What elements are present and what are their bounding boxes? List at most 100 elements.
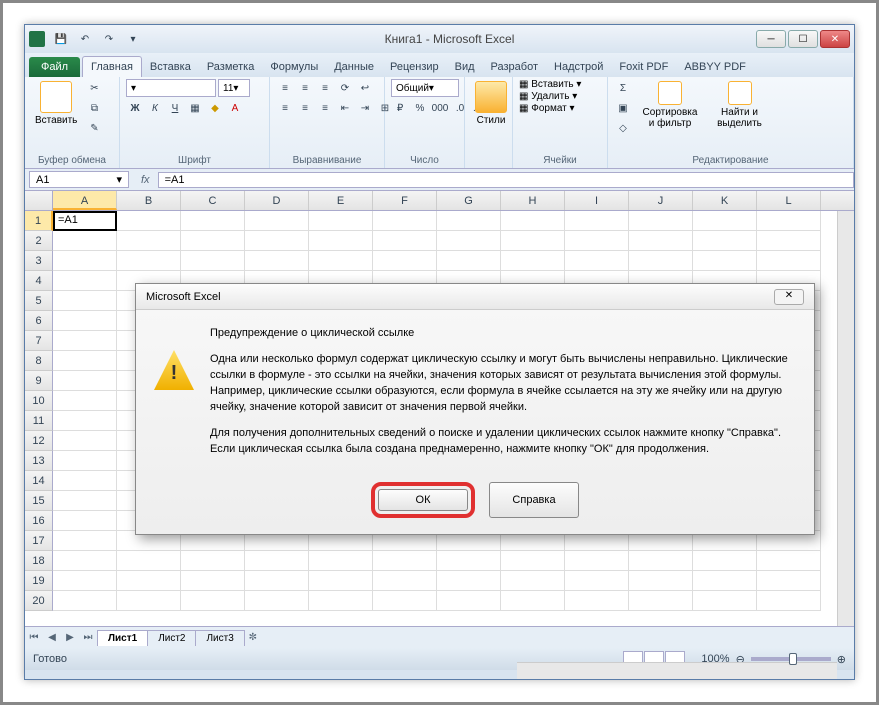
cell[interactable] <box>53 291 117 311</box>
cell[interactable] <box>117 251 181 271</box>
delete-cells-button[interactable]: ▦ Удалить ▾ <box>519 91 577 102</box>
cell[interactable] <box>629 571 693 591</box>
cell[interactable] <box>565 251 629 271</box>
sheet-nav-next[interactable]: ▶ <box>61 632 79 643</box>
cell[interactable] <box>53 531 117 551</box>
cell[interactable] <box>309 591 373 611</box>
cell[interactable] <box>501 591 565 611</box>
row-header[interactable]: 14 <box>25 471 53 491</box>
sheet-tab[interactable]: Лист2 <box>147 630 196 646</box>
cell[interactable] <box>565 571 629 591</box>
tab-formulas[interactable]: Формулы <box>262 57 326 77</box>
new-sheet-icon[interactable]: ✼ <box>244 632 262 643</box>
cell[interactable] <box>373 251 437 271</box>
sheet-tab[interactable]: Лист3 <box>195 630 244 646</box>
cell[interactable] <box>373 551 437 571</box>
cut-icon[interactable]: ✂ <box>85 79 103 97</box>
col-header[interactable]: B <box>117 191 181 210</box>
help-button[interactable]: Справка <box>489 482 579 518</box>
orientation-icon[interactable]: ⟳ <box>336 79 354 97</box>
save-icon[interactable]: 💾 <box>51 29 71 49</box>
cell[interactable] <box>693 551 757 571</box>
cell[interactable] <box>757 231 821 251</box>
cell[interactable] <box>373 591 437 611</box>
tab-home[interactable]: Главная <box>82 56 142 77</box>
tab-foxit[interactable]: Foxit PDF <box>611 57 676 77</box>
cell[interactable] <box>309 211 373 231</box>
cell[interactable] <box>181 551 245 571</box>
cell[interactable] <box>437 571 501 591</box>
cell[interactable] <box>53 311 117 331</box>
row-header[interactable]: 12 <box>25 431 53 451</box>
cell[interactable] <box>565 591 629 611</box>
cell[interactable] <box>629 211 693 231</box>
qat-dropdown-icon[interactable]: ▾ <box>123 29 143 49</box>
cell[interactable] <box>373 211 437 231</box>
cell[interactable] <box>53 551 117 571</box>
cell[interactable] <box>117 211 181 231</box>
row-header[interactable]: 17 <box>25 531 53 551</box>
cell[interactable] <box>757 211 821 231</box>
styles-button[interactable]: Стили <box>471 79 511 128</box>
fill-icon[interactable]: ▣ <box>614 99 632 117</box>
cell[interactable] <box>53 591 117 611</box>
cell[interactable] <box>53 351 117 371</box>
cell[interactable] <box>53 451 117 471</box>
cell[interactable] <box>437 591 501 611</box>
tab-abbyy[interactable]: ABBYY PDF <box>676 57 754 77</box>
sheet-nav-first[interactable]: ⏮ <box>25 632 43 643</box>
align-left-icon[interactable]: ≡ <box>276 99 294 117</box>
insert-cells-button[interactable]: ▦ Вставить ▾ <box>519 79 581 90</box>
cell[interactable] <box>501 251 565 271</box>
vertical-scrollbar[interactable] <box>837 211 854 626</box>
cell[interactable] <box>53 471 117 491</box>
border-icon[interactable]: ▦ <box>186 99 204 117</box>
cell[interactable] <box>437 211 501 231</box>
row-header[interactable]: 15 <box>25 491 53 511</box>
col-header[interactable]: A <box>53 191 117 210</box>
row-header[interactable]: 5 <box>25 291 53 311</box>
cell[interactable] <box>565 211 629 231</box>
wrap-icon[interactable]: ↩ <box>356 79 374 97</box>
row-header[interactable]: 3 <box>25 251 53 271</box>
cell[interactable] <box>53 391 117 411</box>
cell[interactable]: =A1 <box>53 211 117 231</box>
col-header[interactable]: J <box>629 191 693 210</box>
align-bot-icon[interactable]: ≡ <box>316 79 334 97</box>
tab-view[interactable]: Вид <box>447 57 483 77</box>
cell[interactable] <box>501 231 565 251</box>
find-select-button[interactable]: Найти и выделить <box>708 79 771 131</box>
row-header[interactable]: 9 <box>25 371 53 391</box>
row-header[interactable]: 1 <box>25 211 53 231</box>
align-right-icon[interactable]: ≡ <box>316 99 334 117</box>
paste-button[interactable]: Вставить <box>31 79 81 128</box>
cell[interactable] <box>245 571 309 591</box>
percent-icon[interactable]: % <box>411 99 429 117</box>
cell[interactable] <box>53 411 117 431</box>
minimize-button[interactable]: ─ <box>756 30 786 48</box>
cell[interactable] <box>757 551 821 571</box>
cell[interactable] <box>373 571 437 591</box>
format-painter-icon[interactable]: ✎ <box>85 119 103 137</box>
row-header[interactable]: 2 <box>25 231 53 251</box>
maximize-button[interactable]: ☐ <box>788 30 818 48</box>
cell[interactable] <box>693 231 757 251</box>
copy-icon[interactable]: ⧉ <box>85 99 103 117</box>
font-color-icon[interactable]: A <box>226 99 244 117</box>
cell[interactable] <box>53 251 117 271</box>
col-header[interactable]: K <box>693 191 757 210</box>
underline-icon[interactable]: Ч <box>166 99 184 117</box>
cell[interactable] <box>53 571 117 591</box>
fill-color-icon[interactable]: ◆ <box>206 99 224 117</box>
bold-icon[interactable]: Ж <box>126 99 144 117</box>
cell[interactable] <box>117 571 181 591</box>
row-header[interactable]: 13 <box>25 451 53 471</box>
select-all-corner[interactable] <box>25 191 53 210</box>
row-header[interactable]: 6 <box>25 311 53 331</box>
cell[interactable] <box>53 491 117 511</box>
cell[interactable] <box>629 591 693 611</box>
cell[interactable] <box>693 591 757 611</box>
cell[interactable] <box>245 551 309 571</box>
col-header[interactable]: L <box>757 191 821 210</box>
cell[interactable] <box>309 571 373 591</box>
